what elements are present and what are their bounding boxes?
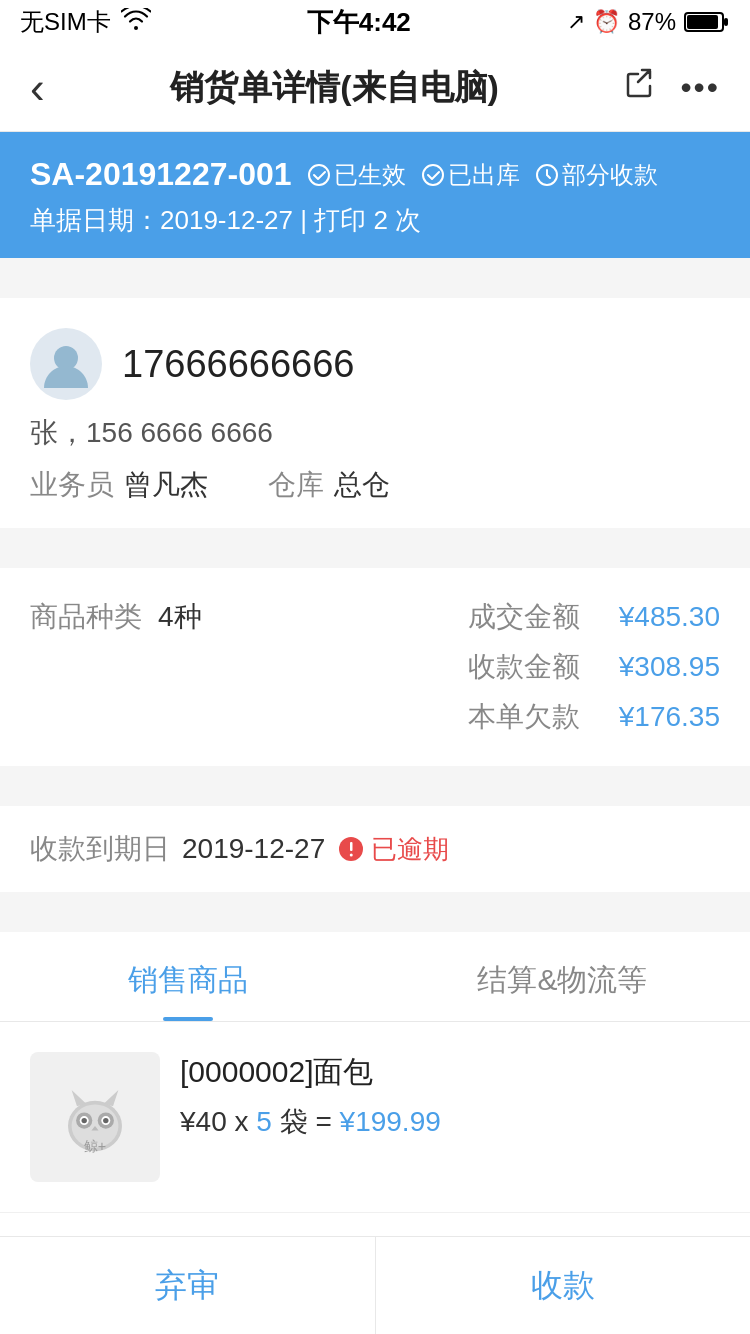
svg-point-4 <box>423 165 443 185</box>
svg-point-9 <box>350 854 353 857</box>
summary-right: 成交金额 ¥485.30 收款金额 ¥308.95 本单欠款 ¥176.35 <box>468 598 720 736</box>
status-bar-time: 下午4:42 <box>307 5 411 40</box>
svg-point-17 <box>103 1118 108 1123</box>
warehouse-item: 仓库 总仓 <box>268 466 390 504</box>
owed-value: ¥176.35 <box>600 701 720 733</box>
tabs-section: 销售商品 结算&物流等 <box>0 932 750 1022</box>
sales-item: 业务员 曾凡杰 <box>30 466 208 504</box>
svg-rect-1 <box>687 15 718 29</box>
type-label: 商品种类 <box>30 598 142 636</box>
due-section: 收款到期日 2019-12-27 已逾期 <box>0 806 750 892</box>
wifi-icon <box>121 8 151 36</box>
nav-actions: ••• <box>624 68 720 107</box>
carrier-text: 无SIM卡 <box>20 6 111 38</box>
summary-left: 商品种类 4种 <box>30 598 202 636</box>
customer-avatar <box>30 328 102 400</box>
svg-point-3 <box>309 165 329 185</box>
back-button[interactable]: ‹ <box>30 63 45 113</box>
confirm-button[interactable]: 收款 <box>376 1237 751 1334</box>
due-date: 2019-12-27 <box>182 833 325 865</box>
svg-marker-20 <box>104 1090 118 1106</box>
received-value: ¥308.95 <box>600 651 720 683</box>
sales-label: 业务员 <box>30 466 114 504</box>
page-title: 销货单详情(来自电脑) <box>170 65 499 111</box>
more-icon[interactable]: ••• <box>680 69 720 106</box>
order-meta: 单据日期：2019-12-27 | 打印 2 次 <box>30 203 720 238</box>
received-label: 收款金额 <box>468 648 580 686</box>
customer-phone: 17666666666 <box>122 343 354 386</box>
product-item: 鲸+ [0000002]面包 ¥40 x 5 袋 = ¥199.99 <box>0 1022 750 1213</box>
amount-value: ¥485.30 <box>600 601 720 633</box>
owed-label: 本单欠款 <box>468 698 580 736</box>
cancel-button[interactable]: 弃审 <box>0 1237 376 1334</box>
product-price-1: ¥40 <box>180 1106 227 1137</box>
svg-point-16 <box>82 1118 87 1123</box>
tab-sales-products[interactable]: 销售商品 <box>0 932 375 1021</box>
battery-icon <box>684 10 730 34</box>
svg-text:鲸+: 鲸+ <box>84 1138 106 1154</box>
svg-rect-2 <box>724 18 728 26</box>
location-icon: ↗ <box>567 9 585 35</box>
svg-marker-19 <box>72 1090 86 1106</box>
due-label: 收款到期日 <box>30 830 170 868</box>
status-bar-right: ↗ ⏰ 87% <box>567 8 730 36</box>
product-unit-1: 袋 <box>280 1106 308 1137</box>
customer-section: 17666666666 张，156 6666 6666 业务员 曾凡杰 仓库 总… <box>0 298 750 528</box>
amount-row: 成交金额 ¥485.30 <box>468 598 720 636</box>
tab-settlement[interactable]: 结算&物流等 <box>375 932 750 1021</box>
customer-detail-row: 业务员 曾凡杰 仓库 总仓 <box>30 466 720 504</box>
tabs-row: 销售商品 结算&物流等 <box>0 932 750 1021</box>
summary-section: 商品种类 4种 成交金额 ¥485.30 收款金额 ¥308.95 本单欠款 ¥… <box>0 568 750 766</box>
battery-text: 87% <box>628 8 676 36</box>
share-icon[interactable] <box>624 68 656 107</box>
product-price-row-1: ¥40 x 5 袋 = ¥199.99 <box>180 1103 720 1141</box>
amount-label: 成交金额 <box>468 598 580 636</box>
product-info-1: [0000002]面包 ¥40 x 5 袋 = ¥199.99 <box>180 1052 720 1141</box>
type-value: 4种 <box>158 598 202 636</box>
warehouse-label: 仓库 <box>268 466 324 504</box>
sales-value: 曾凡杰 <box>124 466 208 504</box>
tab-active-indicator <box>163 1017 213 1021</box>
overdue-text: 已逾期 <box>371 832 449 867</box>
owed-row: 本单欠款 ¥176.35 <box>468 698 720 736</box>
product-name-1: [0000002]面包 <box>180 1052 720 1093</box>
received-row: 收款金额 ¥308.95 <box>468 648 720 686</box>
status-effective: 已生效 <box>308 159 406 191</box>
warehouse-value: 总仓 <box>334 466 390 504</box>
status-partial-payment: 部分收款 <box>536 159 658 191</box>
product-total-1: ¥199.99 <box>340 1106 441 1137</box>
status-bar: 无SIM卡 下午4:42 ↗ ⏰ 87% <box>0 0 750 44</box>
svg-rect-8 <box>350 842 353 851</box>
status-shipped: 已出库 <box>422 159 520 191</box>
overdue-badge: 已逾期 <box>337 832 449 867</box>
bottom-bar: 弃审 收款 <box>0 1236 750 1334</box>
order-banner: SA-20191227-001 已生效 已出库 部分收款 单据日期：2019-1… <box>0 132 750 258</box>
product-thumb-1: 鲸+ <box>30 1052 160 1182</box>
customer-name: 张，156 6666 6666 <box>30 414 720 452</box>
status-bar-left: 无SIM卡 <box>20 6 151 38</box>
order-number: SA-20191227-001 <box>30 156 292 193</box>
product-qty-1: 5 <box>256 1106 272 1137</box>
alarm-icon: ⏰ <box>593 9 620 35</box>
nav-bar: ‹ 销货单详情(来自电脑) ••• <box>0 44 750 132</box>
